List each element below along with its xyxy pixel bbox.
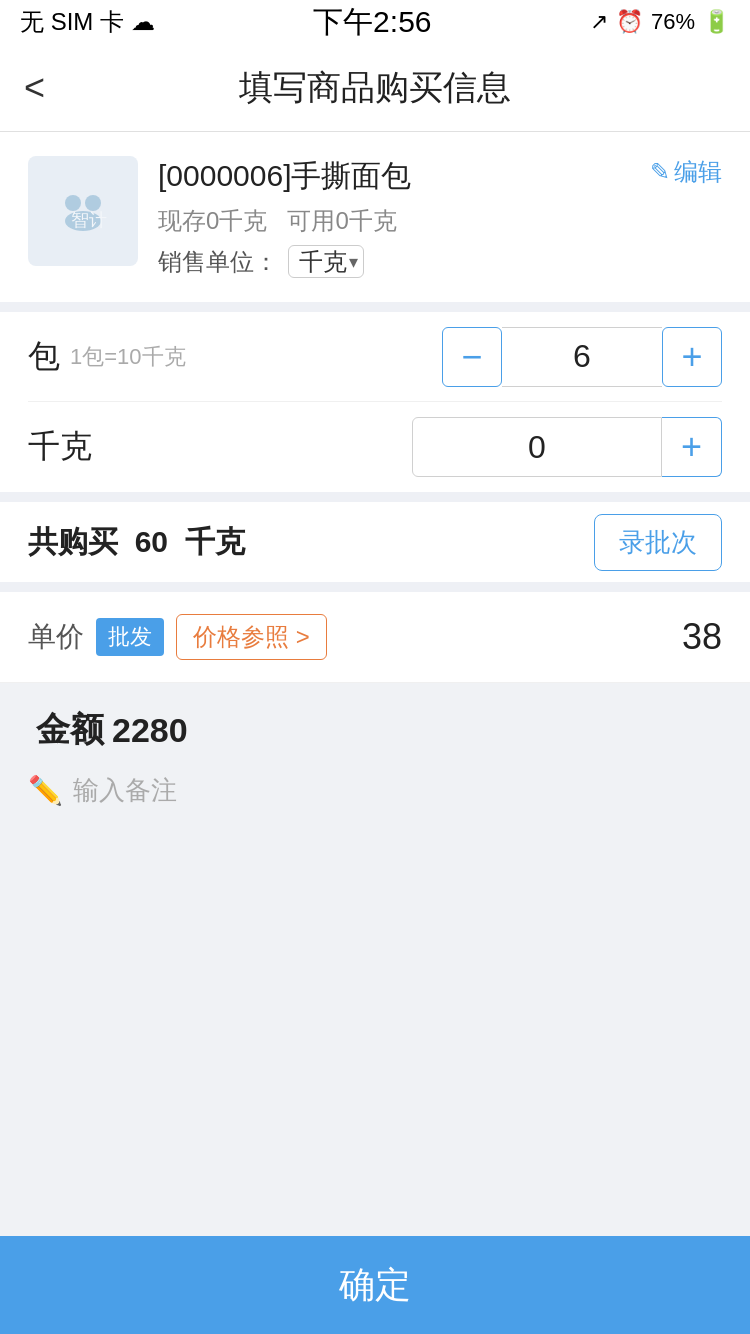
amount-row: 金额 2280	[28, 707, 722, 753]
product-unit-row: 销售单位： 千克 包	[158, 245, 722, 278]
product-logo-icon: 智计	[53, 181, 113, 241]
confirm-button[interactable]: 确定	[0, 1236, 750, 1334]
back-button[interactable]: <	[24, 67, 45, 109]
kg-label: 千克	[28, 425, 92, 469]
bao-increment-button[interactable]: +	[662, 327, 722, 387]
edit-icon: ✎	[650, 158, 670, 186]
main-content: 智计 [0000006]手撕面包 ✎ 编辑 现存0千克 可用0千克 销售单位： …	[0, 132, 750, 1236]
unit-select-wrap[interactable]: 千克 包	[288, 245, 364, 278]
price-type-tag: 批发	[96, 618, 164, 656]
battery-indicator: 76%	[651, 9, 695, 35]
kg-qty-controls: +	[412, 417, 722, 477]
product-info: [0000006]手撕面包 ✎ 编辑 现存0千克 可用0千克 销售单位： 千克 …	[158, 156, 722, 278]
remark-placeholder: 输入备注	[73, 773, 177, 808]
amount-section: 金额 2280 ✏️ 输入备注	[0, 683, 750, 1236]
location-icon: ↗	[590, 9, 608, 35]
product-stock: 现存0千克 可用0千克	[158, 205, 722, 237]
status-time: 下午2:56	[313, 2, 431, 43]
pencil-icon: ✏️	[28, 774, 63, 807]
bao-qty-controls: − +	[442, 327, 722, 387]
kg-qty-input[interactable]	[412, 417, 662, 477]
bao-decrement-button[interactable]: −	[442, 327, 502, 387]
price-reference-button[interactable]: 价格参照 >	[176, 614, 327, 660]
alarm-icon: ⏰	[616, 9, 643, 35]
product-card: 智计 [0000006]手撕面包 ✎ 编辑 现存0千克 可用0千克 销售单位： …	[0, 132, 750, 312]
price-label: 单价	[28, 618, 84, 656]
svg-point-1	[85, 195, 101, 211]
product-name: [0000006]手撕面包	[158, 156, 411, 197]
kg-increment-button[interactable]: +	[662, 417, 722, 477]
bao-qty-input[interactable]	[502, 327, 662, 387]
status-left: 无 SIM 卡 ☁	[20, 6, 155, 38]
product-thumbnail: 智计	[28, 156, 138, 266]
edit-button[interactable]: ✎ 编辑	[650, 156, 722, 188]
nav-bar: < 填写商品购买信息	[0, 44, 750, 132]
bao-hint: 1包=10千克	[70, 342, 442, 372]
kg-row: 千克 +	[28, 402, 722, 492]
price-section: 单价 批发 价格参照 > 38	[0, 592, 750, 683]
status-bar: 无 SIM 卡 ☁ 下午2:56 ↗ ⏰ 76% 🔋	[0, 0, 750, 44]
battery-icon: 🔋	[703, 9, 730, 35]
product-header: [0000006]手撕面包 ✎ 编辑	[158, 156, 722, 197]
total-section: 共购买 60 千克 录批次	[0, 502, 750, 592]
status-right: ↗ ⏰ 76% 🔋	[590, 9, 730, 35]
svg-text:智计: 智计	[71, 210, 107, 230]
page-title: 填写商品购买信息	[239, 65, 511, 111]
quantity-section: 包 1包=10千克 − + 千克 +	[0, 312, 750, 502]
sim-indicator: 无 SIM 卡 ☁	[20, 6, 155, 38]
svg-point-0	[65, 195, 81, 211]
bao-row: 包 1包=10千克 − +	[28, 312, 722, 402]
batch-button[interactable]: 录批次	[594, 514, 722, 571]
total-text: 共购买 60 千克	[28, 522, 594, 563]
price-value: 38	[682, 616, 722, 658]
remark-row[interactable]: ✏️ 输入备注	[28, 773, 722, 808]
bao-label: 包	[28, 335, 60, 379]
unit-select[interactable]: 千克 包	[288, 245, 364, 278]
